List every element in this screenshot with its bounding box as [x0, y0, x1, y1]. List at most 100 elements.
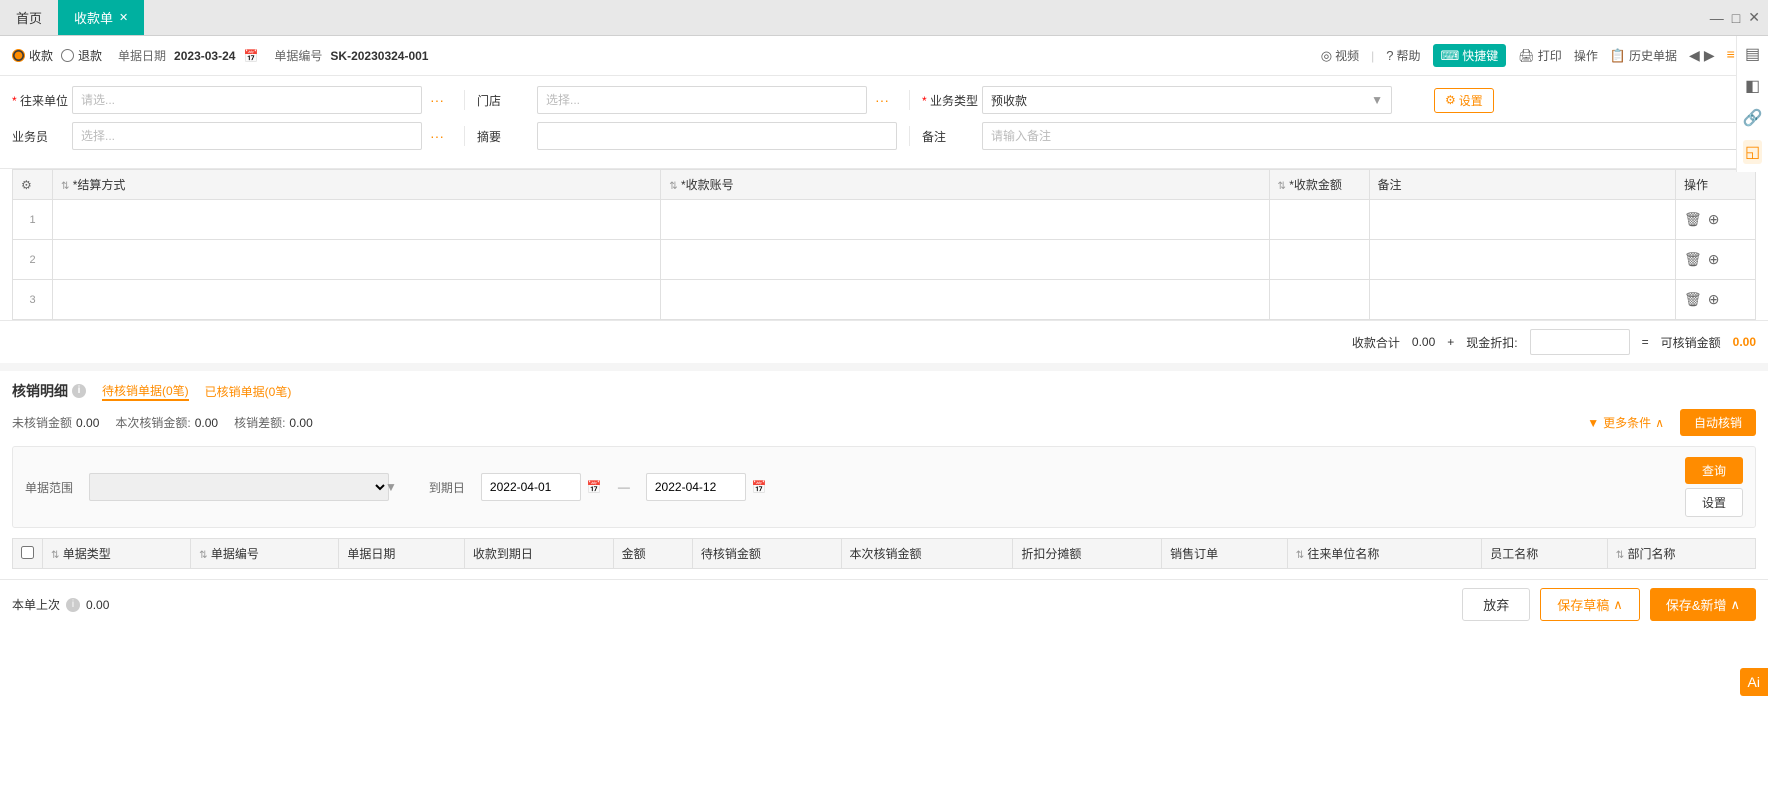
row-remark-2[interactable] — [1369, 240, 1675, 280]
print-btn[interactable]: 🖨 打印 — [1518, 47, 1562, 64]
staff-more-btn[interactable]: ··· — [422, 128, 452, 144]
sidebar-table-icon[interactable]: ▤ — [1745, 44, 1760, 64]
next-arrow[interactable]: ▶ — [1704, 47, 1715, 64]
more-conditions-btn[interactable]: ▼ 更多条件 ∧ — [1587, 414, 1664, 431]
row-delete-1[interactable]: 🗑 — [1684, 211, 1702, 228]
staff-input[interactable] — [72, 122, 422, 150]
tab-receipt[interactable]: 收款单 ✕ — [58, 0, 144, 35]
refund-radio-input[interactable] — [61, 49, 74, 62]
store-input[interactable] — [537, 86, 867, 114]
calendar-start-icon[interactable]: 📅 — [587, 480, 602, 494]
auto-reconcile-btn[interactable]: 自动核销 — [1680, 409, 1756, 436]
operation-btn[interactable]: 操作 — [1574, 47, 1598, 64]
footer-right: 放弃 保存草稿 ∧ 保存&新增 ∧ — [1462, 588, 1756, 621]
calendar-icon[interactable]: 📅 — [243, 49, 258, 63]
partner-more-btn[interactable]: ··· — [422, 92, 452, 108]
summary-input[interactable] — [537, 122, 897, 150]
row-amount-3[interactable] — [1269, 280, 1369, 320]
sidebar-link-icon[interactable]: 🔗 — [1743, 108, 1763, 128]
reconcile-info-icon[interactable]: i — [72, 384, 86, 398]
business-type-dropdown[interactable]: ▼ — [1371, 93, 1383, 107]
row-settlement-3[interactable] — [53, 280, 661, 320]
date-end-input[interactable] — [646, 473, 746, 501]
section-divider — [0, 363, 1768, 371]
row-account-1[interactable] — [661, 200, 1269, 240]
help-icon: ? — [1386, 48, 1393, 63]
tab-close-icon[interactable]: ✕ — [119, 11, 128, 24]
col-dept-name: ⇅ 部门名称 — [1607, 539, 1755, 569]
sidebar-panel-icon[interactable]: ◧ — [1745, 76, 1760, 96]
col-discount: 折扣分摊额 — [1013, 539, 1162, 569]
store-label: 门店 — [477, 92, 537, 109]
save-draft-btn[interactable]: 保存草稿 ∧ — [1540, 588, 1640, 621]
row-no-2: 2 — [13, 240, 53, 280]
receipt-radio-input[interactable] — [12, 49, 25, 62]
sidebar-expand-icon[interactable]: ◱ — [1743, 140, 1762, 164]
reconcile-settings-btn[interactable]: 设置 — [1685, 488, 1743, 517]
receipt-radio-label: 收款 — [29, 47, 53, 64]
video-label: 视频 — [1335, 47, 1359, 64]
partner-field: 往来单位 ··· — [12, 86, 452, 114]
history-btn[interactable]: 📋 历史单据 — [1610, 47, 1677, 64]
list-view-icon[interactable]: ≡ — [1727, 46, 1735, 65]
date-start-input[interactable] — [481, 473, 581, 501]
refund-radio[interactable]: 退款 — [61, 47, 102, 64]
row-settlement-1[interactable] — [53, 200, 661, 240]
receipt-radio[interactable]: 收款 — [12, 47, 53, 64]
row-amount-1[interactable] — [1269, 200, 1369, 240]
window-close[interactable]: ✕ — [1748, 9, 1760, 26]
settings-button[interactable]: ⚙ 设置 — [1434, 88, 1494, 113]
window-maximize[interactable]: □ — [1732, 10, 1740, 26]
doc-date-value: 2023-03-24 — [174, 49, 235, 63]
unreconciled-value: 0.00 — [76, 416, 99, 430]
window-minimize[interactable]: — — [1710, 10, 1724, 26]
abandon-btn[interactable]: 放弃 — [1462, 588, 1530, 621]
video-btn[interactable]: ◎ 视频 — [1321, 47, 1359, 64]
tab-receipt-label: 收款单 — [74, 8, 113, 27]
row-remark-1[interactable] — [1369, 200, 1675, 240]
row-delete-3[interactable]: 🗑 — [1684, 291, 1702, 308]
pending-tab[interactable]: 待核销单据(0笔) — [102, 382, 189, 401]
prev-arrow[interactable]: ◀ — [1689, 47, 1700, 64]
row-actions-3: 🗑 ⊕ — [1684, 291, 1747, 308]
unreconciled-label: 未核销金额 — [12, 414, 72, 431]
row-account-3[interactable] — [661, 280, 1269, 320]
remark-input[interactable] — [982, 122, 1756, 150]
stats-row: 未核销金额 0.00 本次核销金额: 0.00 核销差额: 0.00 ▼ 更多条… — [12, 409, 1756, 436]
row-copy-3[interactable]: ⊕ — [1708, 291, 1720, 308]
video-icon: ◎ — [1321, 48, 1332, 64]
ai-badge[interactable]: Ai — [1740, 668, 1768, 696]
shortcut-btn[interactable]: ⌨ 快捷键 — [1433, 44, 1507, 67]
table-settings-icon[interactable]: ⚙ — [21, 178, 32, 192]
range-select[interactable] — [89, 473, 389, 501]
discount-input[interactable] — [1530, 329, 1630, 355]
diff-stat: 核销差额: 0.00 — [234, 414, 313, 431]
row-account-2[interactable] — [661, 240, 1269, 280]
row-remark-3[interactable] — [1369, 280, 1675, 320]
select-all-checkbox[interactable] — [21, 546, 34, 559]
history-icon: 📋 — [1610, 48, 1626, 64]
partner-input[interactable] — [72, 86, 422, 114]
current-label: 本次核销金额: — [115, 414, 190, 431]
col-account: ⇅ *收款账号 — [661, 170, 1269, 200]
store-more-btn[interactable]: ··· — [867, 92, 897, 108]
query-btn[interactable]: 查询 — [1685, 457, 1743, 484]
save-new-label: 保存&新增 — [1666, 595, 1727, 614]
save-new-arrow: ∧ — [1730, 597, 1740, 613]
row-copy-1[interactable]: ⊕ — [1708, 211, 1720, 228]
row-delete-2[interactable]: 🗑 — [1684, 251, 1702, 268]
calendar-end-icon[interactable]: 📅 — [752, 480, 767, 494]
row-copy-2[interactable]: ⊕ — [1708, 251, 1720, 268]
done-tab[interactable]: 已核销单据(0笔) — [205, 383, 292, 400]
help-btn[interactable]: ? 帮助 — [1386, 47, 1420, 64]
row-amount-2[interactable] — [1269, 240, 1369, 280]
col-doc-date: 单据日期 — [339, 539, 465, 569]
footer-info-icon[interactable]: i — [66, 598, 80, 612]
row-settlement-2[interactable] — [53, 240, 661, 280]
col-sales-order: 销售订单 — [1162, 539, 1288, 569]
partner-label: 往来单位 — [12, 92, 72, 109]
col-doc-type: ⇅ 单据类型 — [43, 539, 191, 569]
col-partner-name: ⇅ 往来单位名称 — [1287, 539, 1482, 569]
save-new-btn[interactable]: 保存&新增 ∧ — [1650, 588, 1756, 621]
tab-home[interactable]: 首页 — [0, 0, 58, 35]
